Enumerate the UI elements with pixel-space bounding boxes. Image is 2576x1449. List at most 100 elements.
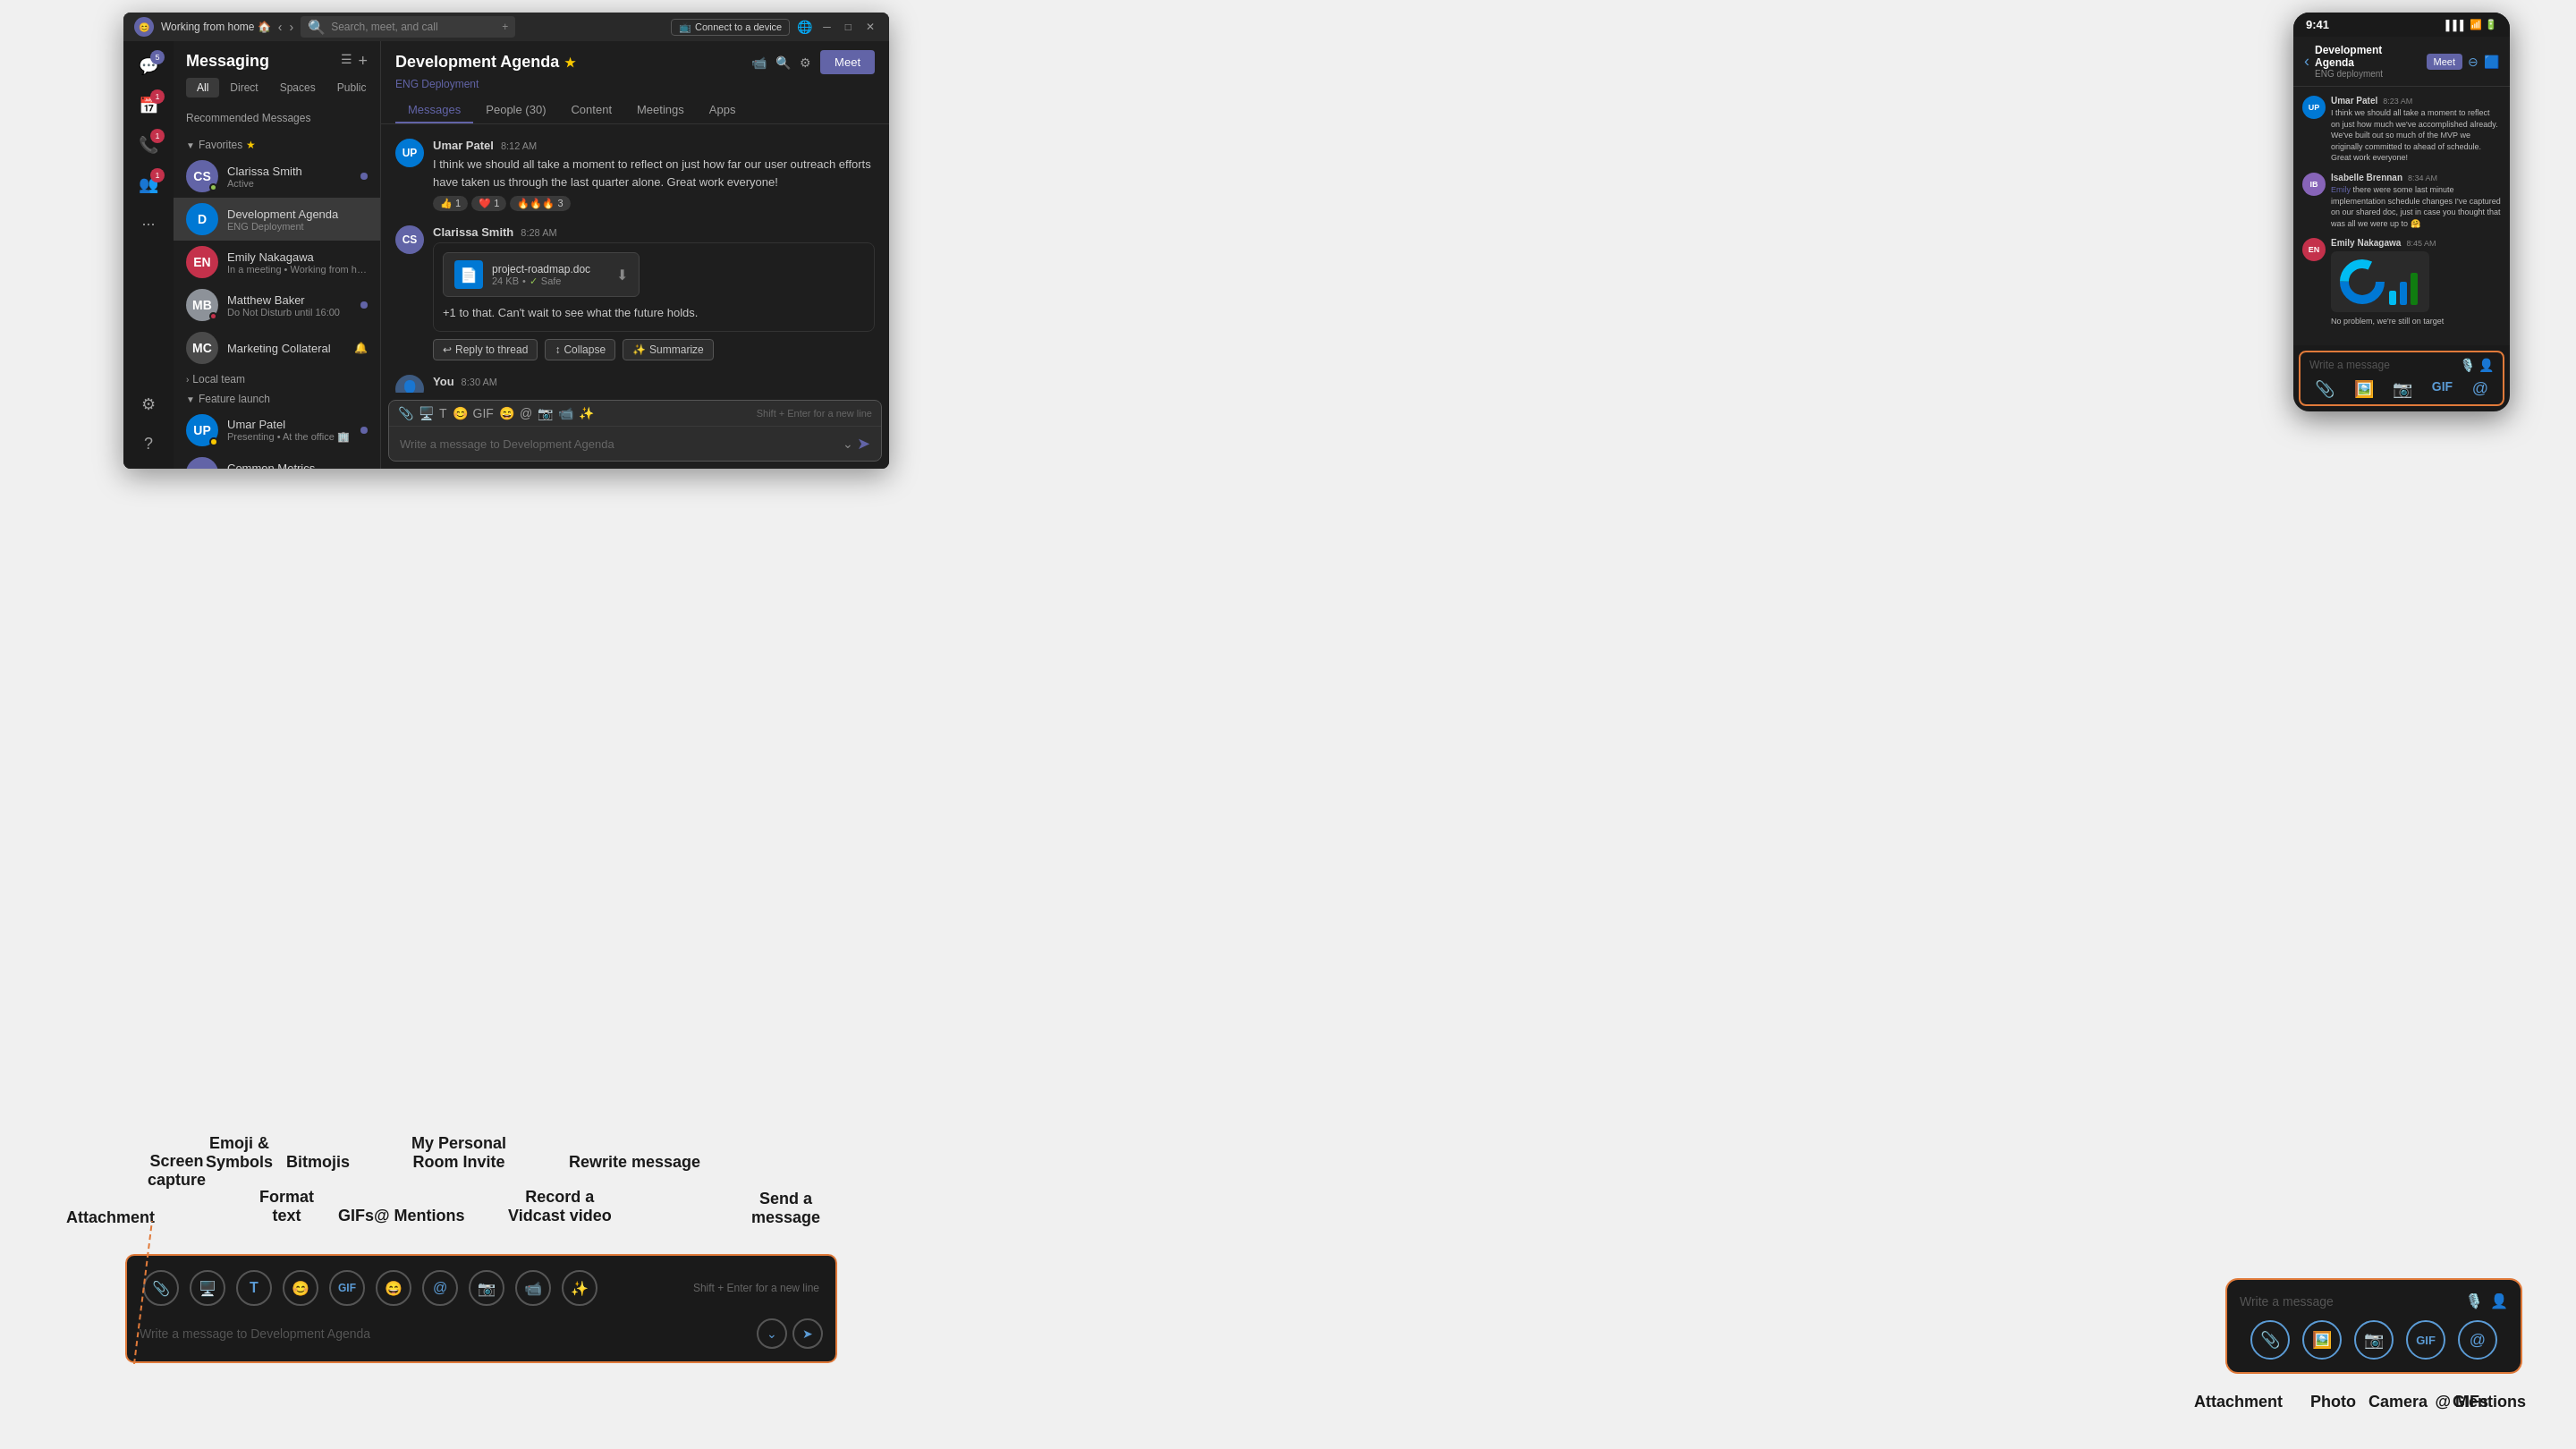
- settings-header-icon[interactable]: ⚙: [800, 55, 811, 70]
- phone-enlarged-input[interactable]: Write a message: [2240, 1294, 2458, 1309]
- section-header-feature-launch[interactable]: ▼ Feature launch: [174, 389, 380, 409]
- reply-thread-button[interactable]: ↩ Reply to thread: [433, 339, 538, 360]
- list-item[interactable]: MB Matthew Baker Do Not Disturb until 16…: [174, 284, 380, 326]
- bitmoji-enlarged-icon[interactable]: 😄: [376, 1270, 411, 1306]
- tab-meetings[interactable]: Meetings: [624, 97, 697, 123]
- sidebar-item-settings[interactable]: ⚙: [131, 386, 166, 422]
- phone-menu-icon[interactable]: ⊖: [2468, 55, 2479, 69]
- search-plus[interactable]: +: [502, 21, 508, 33]
- filter-tab-spaces[interactable]: Spaces: [269, 78, 326, 97]
- phone-enlarged-person-icon[interactable]: 👤: [2490, 1292, 2508, 1309]
- phone-gif-icon[interactable]: GIF: [2432, 379, 2453, 399]
- attachment-enlarged-icon[interactable]: 📎: [143, 1270, 179, 1306]
- section-header-favorites[interactable]: ▼ Favorites ★: [174, 135, 380, 155]
- connect-icon: 📺: [679, 21, 691, 33]
- message-input[interactable]: Write a message to Development Agenda: [400, 437, 835, 451]
- phone-enlarged-camera-icon[interactable]: 📷: [2354, 1320, 2394, 1360]
- filter-tab-public[interactable]: Public: [326, 78, 377, 97]
- back-arrow[interactable]: ‹: [278, 20, 283, 34]
- format-text-icon[interactable]: T: [439, 406, 447, 420]
- section-header-local-team[interactable]: › Local team: [174, 369, 380, 389]
- gif-icon[interactable]: GIF: [473, 406, 494, 420]
- phone-back-icon[interactable]: ‹: [2304, 52, 2309, 71]
- phone-input-field[interactable]: Write a message: [2309, 359, 2456, 371]
- phone-annotation-camera: Camera: [2368, 1393, 2428, 1411]
- reaction-chip[interactable]: ❤️ 1: [471, 196, 506, 211]
- format-text-enlarged-icon[interactable]: T: [236, 1270, 272, 1306]
- emoji-icon[interactable]: 😊: [453, 406, 468, 420]
- maximize-button[interactable]: □: [842, 19, 855, 35]
- new-chat-icon[interactable]: +: [358, 52, 368, 71]
- screen-capture-enlarged-icon[interactable]: 🖥️: [190, 1270, 225, 1306]
- collapse-button[interactable]: ↕ Collapse: [545, 339, 615, 360]
- enlarged-message-input[interactable]: Write a message to Development Agenda: [140, 1326, 750, 1341]
- sidebar-item-help[interactable]: ?: [131, 426, 166, 462]
- tab-content[interactable]: Content: [558, 97, 624, 123]
- filter-icon[interactable]: ☰: [341, 52, 352, 71]
- connect-device-button[interactable]: 📺 Connect to a device: [671, 19, 790, 36]
- sidebar-item-chat[interactable]: 💬 5: [131, 48, 166, 84]
- list-item[interactable]: EN Emily Nakagawa In a meeting • Working…: [174, 241, 380, 284]
- send-button[interactable]: ➤: [857, 434, 870, 453]
- phone-photo-icon[interactable]: 🖼️: [2354, 379, 2374, 399]
- phone-enlarged-gif-icon[interactable]: GIF: [2406, 1320, 2445, 1360]
- search-header-icon[interactable]: 🔍: [775, 55, 791, 70]
- phone-enlarged-at-icon[interactable]: @: [2458, 1320, 2497, 1360]
- tab-people[interactable]: People (30): [473, 97, 558, 123]
- reaction-chip[interactable]: 🔥🔥🔥 3: [510, 196, 570, 211]
- tab-messages[interactable]: Messages: [395, 97, 473, 123]
- phone-enlarged-attachment-icon[interactable]: 📎: [2250, 1320, 2290, 1360]
- reaction-chip[interactable]: 👍 1: [433, 196, 468, 211]
- bitmoji-icon[interactable]: 😄: [499, 406, 514, 420]
- star-button[interactable]: ★: [564, 55, 576, 70]
- emoji-enlarged-icon[interactable]: 😊: [283, 1270, 318, 1306]
- msg-text: +1 to that. Can't wait to see what the f…: [443, 304, 865, 322]
- screen-capture-icon[interactable]: 🖥️: [419, 406, 434, 420]
- rewrite-enlarged-icon[interactable]: ✨: [562, 1270, 597, 1306]
- tab-apps[interactable]: Apps: [697, 97, 749, 123]
- video-icon[interactable]: 📹: [751, 55, 767, 70]
- phone-at-icon[interactable]: @: [2472, 379, 2488, 399]
- minimize-button[interactable]: ─: [819, 19, 835, 35]
- sidebar-item-calendar[interactable]: 📅 1: [131, 88, 166, 123]
- mention-enlarged-icon[interactable]: @: [422, 1270, 458, 1306]
- phone-meet-button[interactable]: Meet: [2427, 54, 2462, 70]
- rewrite-icon[interactable]: ✨: [579, 406, 594, 420]
- meet-button[interactable]: Meet: [820, 50, 875, 74]
- filter-tab-all[interactable]: All: [186, 78, 219, 97]
- attachment-icon[interactable]: 📎: [398, 406, 413, 420]
- enlarged-send-button[interactable]: ➤: [792, 1318, 823, 1349]
- forward-arrow[interactable]: ›: [289, 20, 293, 34]
- phone-teams-icon[interactable]: 🟦: [2484, 55, 2499, 69]
- gif-enlarged-icon[interactable]: GIF: [329, 1270, 365, 1306]
- status-dot: [209, 312, 217, 320]
- phone-microphone-icon[interactable]: 🎙️: [2460, 358, 2475, 372]
- chevron-down-icon[interactable]: ⌄: [843, 436, 853, 451]
- room-invite-enlarged-icon[interactable]: 📷: [469, 1270, 504, 1306]
- list-item[interactable]: CS Clarissa Smith Active: [174, 155, 380, 198]
- phone-camera-icon[interactable]: 📷: [2393, 379, 2412, 399]
- close-button[interactable]: ✕: [862, 19, 878, 35]
- phone-enlarged-photo-icon[interactable]: 🖼️: [2302, 1320, 2342, 1360]
- list-item[interactable]: UP Umar Patel Presenting • At the office…: [174, 409, 380, 452]
- list-item[interactable]: MC Marketing Collateral 🔔: [174, 326, 380, 369]
- vidcast-icon[interactable]: 📹: [558, 406, 573, 420]
- filter-tab-direct[interactable]: Direct: [219, 78, 268, 97]
- download-icon[interactable]: ⬇: [616, 267, 628, 284]
- photo-icon[interactable]: 📷: [538, 406, 553, 420]
- vidcast-enlarged-icon[interactable]: 📹: [515, 1270, 551, 1306]
- sidebar-item-calls[interactable]: 📞 1: [131, 127, 166, 163]
- phone-enlarged-mic-icon[interactable]: 🎙️: [2465, 1292, 2483, 1309]
- list-item[interactable]: CM Common Metrics Usability research: [174, 452, 380, 469]
- search-box[interactable]: 🔍 Search, meet, and call +: [301, 16, 515, 38]
- sidebar-item-more[interactable]: ···: [131, 206, 166, 242]
- phone-input-area[interactable]: Write a message 🎙️ 👤 📎 🖼️ 📷 GIF @: [2299, 351, 2504, 406]
- summarize-button[interactable]: ✨ Summarize: [623, 339, 714, 360]
- annotation-bitmojis: Bitmojis: [286, 1153, 350, 1172]
- expanded-chevron-button[interactable]: ⌄: [757, 1318, 787, 1349]
- sidebar-item-teams[interactable]: 👥 1: [131, 166, 166, 202]
- list-item[interactable]: D Development Agenda ENG Deployment: [174, 198, 380, 241]
- phone-person-icon[interactable]: 👤: [2479, 358, 2494, 372]
- mention-icon[interactable]: @: [520, 406, 532, 420]
- phone-attachment-icon[interactable]: 📎: [2315, 379, 2334, 399]
